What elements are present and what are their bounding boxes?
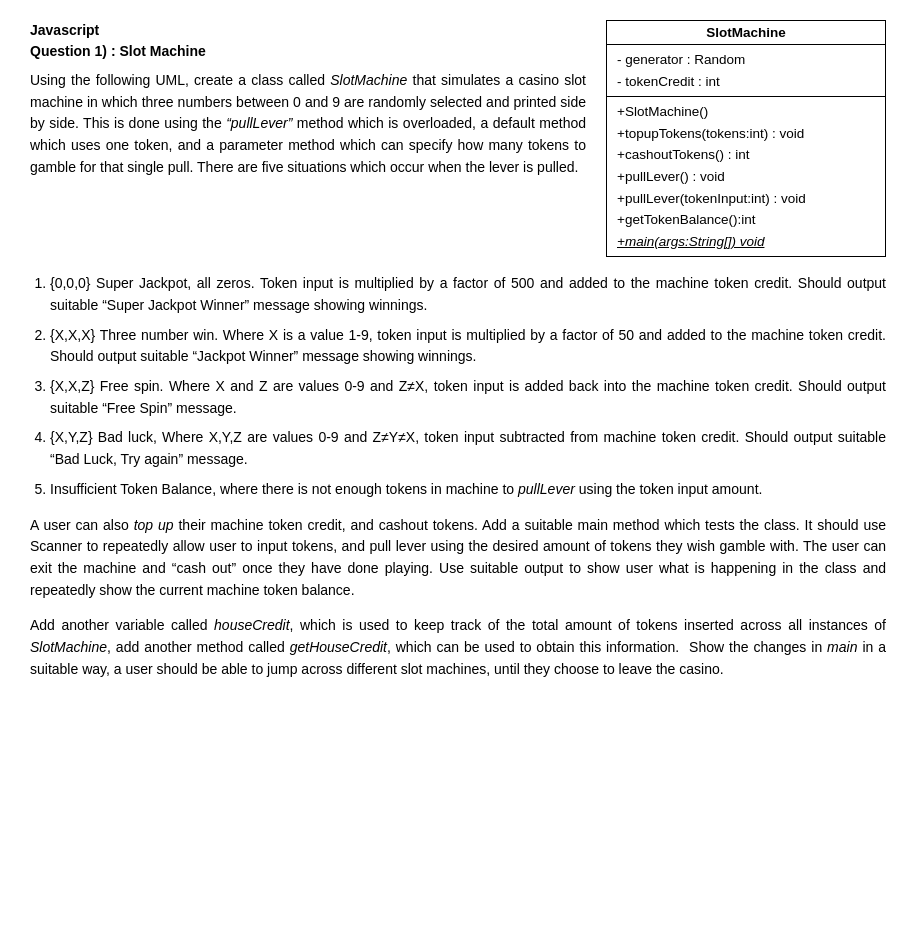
paragraph2: A user can also top up their machine tok… [30,515,886,602]
title-line1: Javascript [30,20,586,41]
list-item-5-text: Insufficient Token Balance, where there … [50,481,762,497]
uml-method-4: +pullLever() : void [617,166,875,188]
list-item-4-text: {X,Y,Z} Bad luck, Where X,Y,Z are values… [50,429,886,467]
uml-method-3: +cashoutTokens() : int [617,144,875,166]
uml-attr-1: - generator : Random [617,49,875,71]
uml-title: SlotMachine [607,21,885,45]
uml-method-6: +getTokenBalance():int [617,209,875,231]
left-text: Javascript Question 1) : Slot Machine Us… [30,20,586,257]
uml-method-5: +pullLever(tokenInput:int) : void [617,188,875,210]
uml-diagram: SlotMachine - generator : Random - token… [606,20,886,257]
uml-attr-2: - tokenCredit : int [617,71,875,93]
situations-list: {0,0,0} Super Jackpot, all zeros. Token … [30,273,886,500]
list-item-1: {0,0,0} Super Jackpot, all zeros. Token … [50,273,886,316]
list-item-2: {X,X,X} Three number win. Where X is a v… [50,325,886,368]
list-item-1-text: {0,0,0} Super Jackpot, all zeros. Token … [50,275,886,313]
list-item-4: {X,Y,Z} Bad luck, Where X,Y,Z are values… [50,427,886,470]
list-item-3: {X,X,Z} Free spin. Where X and Z are val… [50,376,886,419]
uml-attributes: - generator : Random - tokenCredit : int [607,45,885,97]
title-line2: Question 1) : Slot Machine [30,41,586,62]
list-item-5: Insufficient Token Balance, where there … [50,479,886,501]
intro-paragraph: Using the following UML, create a class … [30,70,586,178]
uml-methods: +SlotMachine() +topupTokens(tokens:int) … [607,97,885,256]
uml-method-7: +main(args:String[]) void [617,231,875,253]
list-item-2-text: {X,X,X} Three number win. Where X is a v… [50,327,886,365]
top-section: Javascript Question 1) : Slot Machine Us… [30,20,886,257]
paragraph3: Add another variable called houseCredit,… [30,615,886,680]
uml-method-1: +SlotMachine() [617,101,875,123]
uml-method-2: +topupTokens(tokens:int) : void [617,123,875,145]
list-item-3-text: {X,X,Z} Free spin. Where X and Z are val… [50,378,886,416]
